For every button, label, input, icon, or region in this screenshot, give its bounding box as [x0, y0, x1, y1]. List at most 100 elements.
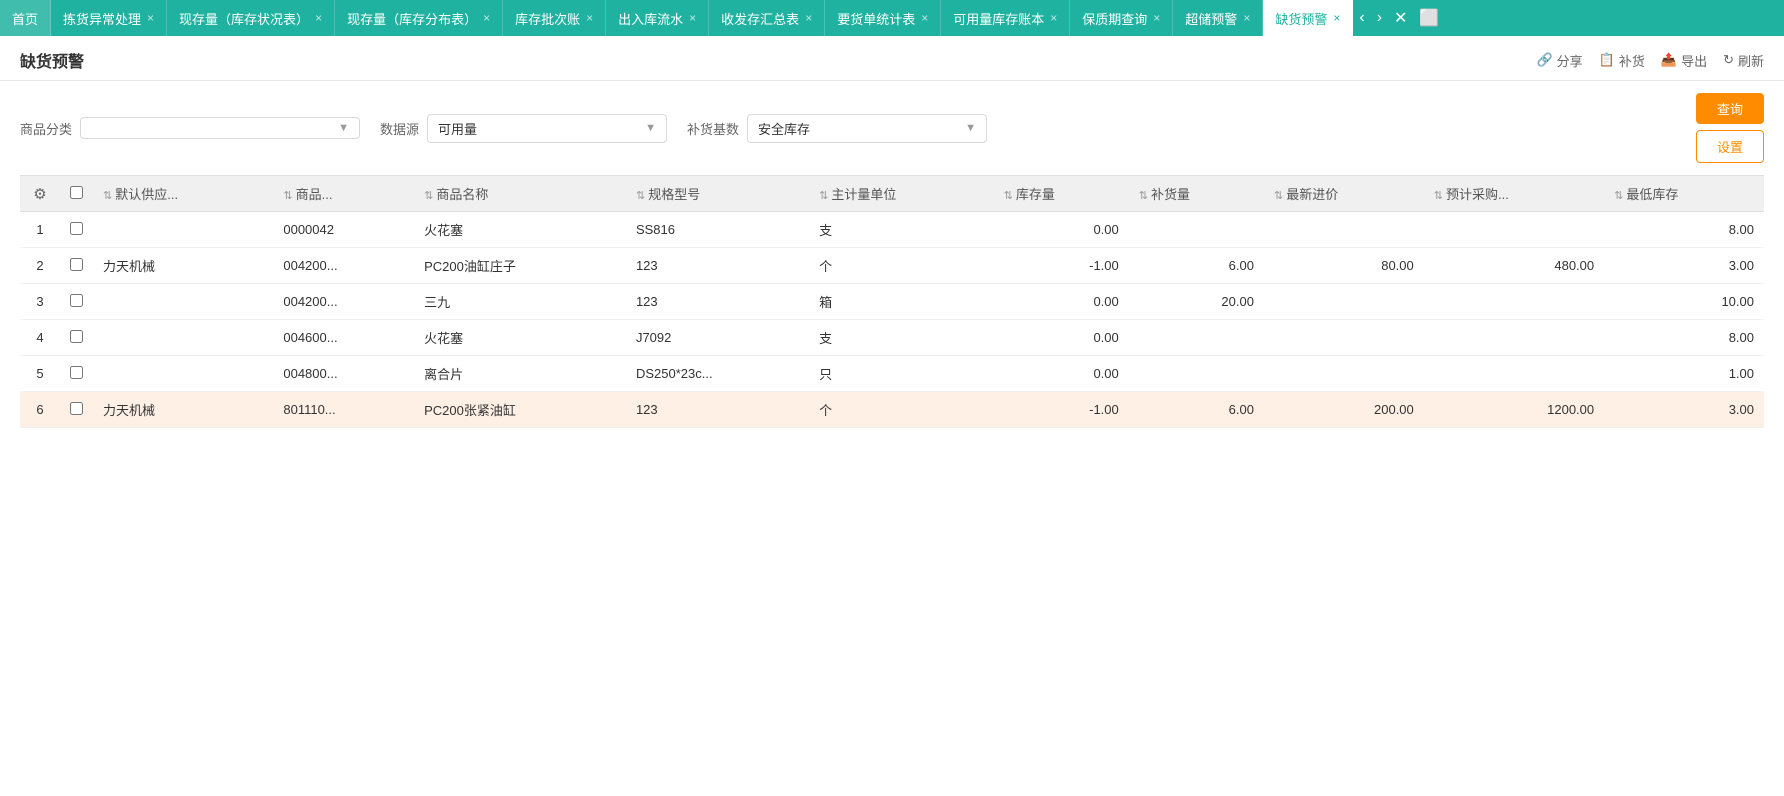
min-stock-column-header[interactable]: 最低库存: [1604, 176, 1764, 212]
row-cb-1: [60, 248, 93, 284]
row-spec-2: 123: [626, 284, 809, 320]
row-supplier-0: [93, 212, 273, 248]
datasource-select[interactable]: 可用量 ▼: [427, 114, 667, 143]
export-btn[interactable]: 📤 导出: [1661, 51, 1707, 70]
spec-column-header[interactable]: 规格型号: [626, 176, 809, 212]
row-spec-3: J7092: [626, 320, 809, 356]
row-seq-2: 3: [20, 284, 60, 320]
row-latest-price-1: 80.00: [1264, 248, 1424, 284]
checkbox-column-header: [60, 176, 93, 212]
row-unit-1: 个: [809, 248, 993, 284]
gear-icon[interactable]: ⚙: [33, 186, 46, 203]
category-filter: 商品分类 ▼: [20, 117, 360, 139]
tab-expiry-query[interactable]: 保质期查询 ×: [1070, 0, 1173, 36]
tab-close-inventory-dist[interactable]: ×: [483, 11, 490, 25]
tab-available-ledger[interactable]: 可用量库存账本×: [941, 0, 1070, 36]
tab-maximize-btn[interactable]: ⬜: [1413, 0, 1445, 36]
row-checkbox-0[interactable]: [70, 222, 83, 235]
gear-column-header: ⚙: [20, 176, 60, 212]
row-min-stock-2: 10.00: [1604, 284, 1764, 320]
row-checkbox-5[interactable]: [70, 402, 83, 415]
select-all-checkbox[interactable]: [70, 186, 83, 199]
row-seq-3: 4: [20, 320, 60, 356]
stock-column-header[interactable]: 库存量: [994, 176, 1129, 212]
tab-close-inventory-status[interactable]: ×: [315, 11, 322, 25]
latest-price-column-header[interactable]: 最新进价: [1264, 176, 1424, 212]
tab-home[interactable]: 首页: [0, 0, 51, 36]
supplier-column-header[interactable]: 默认供应...: [93, 176, 273, 212]
tab-label-collect-summary: 收发存汇总表: [721, 9, 799, 28]
name-column-header[interactable]: 商品名称: [414, 176, 626, 212]
row-seq-4: 5: [20, 356, 60, 392]
row-min-stock-5: 3.00: [1604, 392, 1764, 428]
row-supplier-2: [93, 284, 273, 320]
table-row: 1 0000042 火花塞 SS816 支 0.00 8.00: [20, 212, 1764, 248]
share-btn[interactable]: 🔗 分享: [1536, 51, 1582, 70]
table-body: 1 0000042 火花塞 SS816 支 0.00 8.00 2 力天机械 0…: [20, 212, 1764, 428]
settings-button[interactable]: 设置: [1696, 130, 1764, 163]
category-select[interactable]: ▼: [80, 117, 360, 139]
row-checkbox-3[interactable]: [70, 330, 83, 343]
category-label: 商品分类: [20, 119, 72, 138]
row-supplier-4: [93, 356, 273, 392]
replenish-base-select[interactable]: 安全库存 ▼: [747, 114, 987, 143]
table-row: 5 004800... 离合片 DS250*23c... 只 0.00 1.00: [20, 356, 1764, 392]
tab-close-shortage-warning[interactable]: ×: [1333, 11, 1340, 25]
tab-close-overstock-warning[interactable]: ×: [1243, 11, 1250, 25]
row-latest-price-5: 200.00: [1264, 392, 1424, 428]
row-replenish-5: 6.00: [1129, 392, 1264, 428]
tab-close-inout-flow[interactable]: ×: [689, 11, 696, 25]
tab-label-shortage-warning: 缺货预警: [1275, 9, 1327, 28]
row-spec-5: 123: [626, 392, 809, 428]
tab-inventory-dist[interactable]: 现存量（库存分布表）×: [335, 0, 503, 36]
tab-close-collect-summary[interactable]: ×: [805, 11, 812, 25]
refresh-icon: ↻: [1723, 52, 1734, 68]
row-supplier-1: 力天机械: [93, 248, 273, 284]
tab-collect-summary[interactable]: 收发存汇总表 ×: [709, 0, 825, 36]
tab-close-stock-exception[interactable]: ×: [147, 11, 154, 25]
tab-close-order-stats[interactable]: ×: [921, 11, 928, 25]
tab-label-inventory-status: 现存量（库存状况表）: [179, 9, 309, 28]
datasource-arrow-icon: ▼: [645, 122, 656, 134]
refresh-btn[interactable]: ↻ 刷新: [1723, 51, 1764, 70]
table-header: ⚙ 默认供应... 商品... 商品名称 规格型号 主计量单位 库存量 补货量 …: [20, 176, 1764, 212]
unit-column-header[interactable]: 主计量单位: [809, 176, 993, 212]
row-est-purchase-3: [1424, 320, 1604, 356]
row-stock-1: -1.00: [994, 248, 1129, 284]
tab-stock-exception[interactable]: 拣货异常处理 ×: [51, 0, 167, 36]
query-button[interactable]: 查询: [1696, 93, 1764, 124]
tab-overstock-warning[interactable]: 超储预警×: [1173, 0, 1263, 36]
row-checkbox-2[interactable]: [70, 294, 83, 307]
row-code-0: 0000042: [273, 212, 414, 248]
tab-shortage-warning[interactable]: 缺货预警 ×: [1263, 0, 1353, 36]
row-checkbox-4[interactable]: [70, 366, 83, 379]
row-checkbox-1[interactable]: [70, 258, 83, 271]
tab-close-batch-account[interactable]: ×: [586, 11, 593, 25]
tab-order-stats[interactable]: 要货单统计表×: [825, 0, 941, 36]
tab-close-expiry-query[interactable]: ×: [1153, 11, 1160, 25]
tab-close-available-ledger[interactable]: ×: [1050, 11, 1057, 25]
replenish-btn[interactable]: 📋 补货: [1599, 51, 1645, 70]
header-actions: 🔗 分享 📋 补货 📤 导出 ↻ 刷新: [1536, 51, 1764, 70]
table-row: 2 力天机械 004200... PC200油缸庄子 123 个 -1.00 6…: [20, 248, 1764, 284]
tab-inventory-status[interactable]: 现存量（库存状况表） ×: [167, 0, 335, 36]
replenish-column-header[interactable]: 补货量: [1129, 176, 1264, 212]
tab-label-stock-exception: 拣货异常处理: [63, 9, 141, 28]
action-buttons: 查询 设置: [1696, 93, 1764, 163]
tab-close-window-btn[interactable]: ✕: [1388, 0, 1413, 36]
replenish-base-filter: 补货基数 安全库存 ▼: [687, 114, 987, 143]
replenish-base-label: 补货基数: [687, 119, 739, 138]
tab-batch-account[interactable]: 库存批次账×: [503, 0, 606, 36]
code-column-header[interactable]: 商品...: [273, 176, 414, 212]
row-seq-0: 1: [20, 212, 60, 248]
tab-prev-btn[interactable]: ‹: [1353, 0, 1370, 36]
row-name-3: 火花塞: [414, 320, 626, 356]
row-replenish-0: [1129, 212, 1264, 248]
row-stock-5: -1.00: [994, 392, 1129, 428]
est-purchase-column-header[interactable]: 预计采购...: [1424, 176, 1604, 212]
tab-inout-flow[interactable]: 出入库流水×: [606, 0, 709, 36]
tab-next-btn[interactable]: ›: [1371, 0, 1388, 36]
tab-label-expiry-query: 保质期查询: [1082, 9, 1147, 28]
tab-bar: 首页拣货异常处理×现存量（库存状况表）×现存量（库存分布表）×库存批次账×出入库…: [0, 0, 1784, 36]
row-stock-2: 0.00: [994, 284, 1129, 320]
